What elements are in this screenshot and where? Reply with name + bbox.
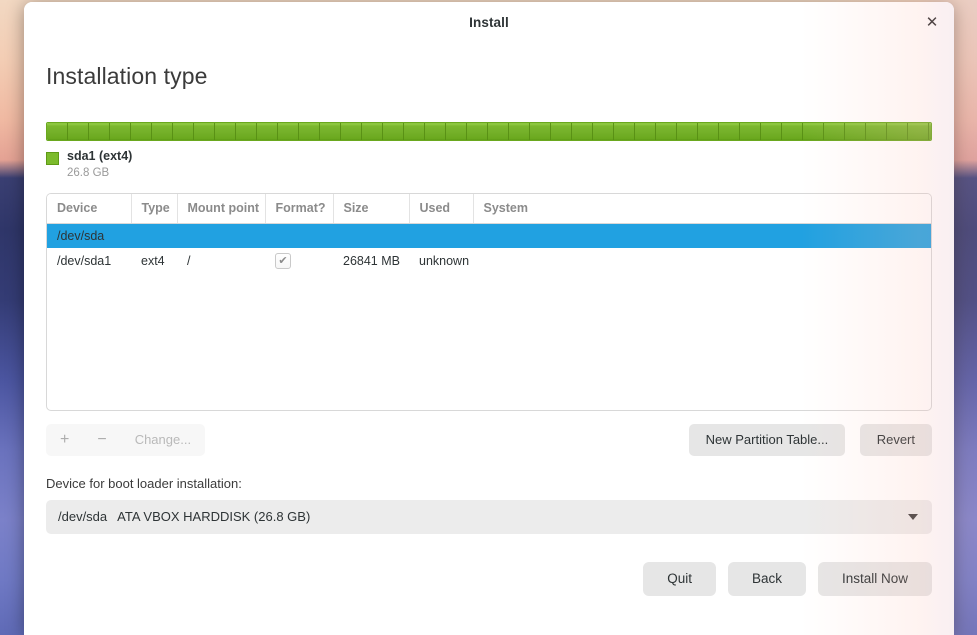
cell-partition-device: /dev/sda1 (57, 253, 112, 268)
bootloader-device-description: ATA VBOX HARDDISK (26.8 GB) (117, 509, 311, 525)
page-title: Installation type (46, 63, 208, 89)
format-checkbox[interactable]: ✔ (275, 253, 291, 270)
column-header-type[interactable]: Type (131, 193, 178, 224)
close-icon[interactable]: ✕ (918, 8, 946, 36)
dialog-footer: Quit Back Install Now (46, 561, 932, 596)
desktop-background: Install ✕ Installation type sda1 (ext4) … (0, 0, 977, 635)
partition-table-body: /dev/sda /dev/sda1 ext4 / ✔ 26841 MB unk… (47, 223, 931, 274)
add-partition-button[interactable]: + (46, 424, 83, 456)
disk-usage-bar (46, 122, 932, 141)
table-row-partition[interactable]: /dev/sda1 ext4 / ✔ 26841 MB unknown (47, 248, 931, 275)
partition-toolbar: + − Change... New Partition Table... Rev… (46, 423, 932, 456)
legend-partition-size: 26.8 GB (67, 166, 110, 179)
disk-usage-ticks (47, 123, 931, 140)
column-header-mount-point[interactable]: Mount point (177, 193, 266, 224)
chevron-down-icon (908, 513, 918, 520)
column-header-format[interactable]: Format? (265, 193, 334, 224)
cell-partition-format: ✔ (265, 248, 333, 275)
legend-swatch-icon (46, 152, 59, 165)
column-header-size[interactable]: Size (333, 193, 410, 224)
partition-table-header: Device Type Mount point Format? Size Use… (47, 193, 931, 224)
installer-window: Install ✕ Installation type sda1 (ext4) … (24, 2, 954, 635)
cell-disk-device: /dev/sda (47, 223, 931, 248)
disk-usage-bar-section: sda1 (ext4) 26.8 GB (46, 122, 932, 181)
revert-button[interactable]: Revert (859, 423, 932, 456)
disk-legend: sda1 (ext4) 26.8 GB (46, 149, 932, 181)
window-title: Install (469, 14, 509, 30)
column-header-device[interactable]: Device (47, 193, 132, 224)
disk-usage-segment-sda1[interactable] (47, 123, 931, 140)
cell-partition-used: unknown (419, 253, 470, 268)
table-header-row: Device Type Mount point Format? Size Use… (47, 193, 931, 224)
quit-button[interactable]: Quit (643, 561, 716, 596)
cell-partition-mount-point: / (187, 253, 191, 268)
window-content: Installation type sda1 (ext4) 26.8 GB De… (24, 63, 954, 596)
partition-table-actions: New Partition Table... Revert (679, 423, 932, 456)
partition-table-container: Device Type Mount point Format? Size Use… (46, 192, 932, 411)
remove-partition-button[interactable]: − (83, 424, 120, 456)
bootloader-device-select[interactable]: /dev/sda ATA VBOX HARDDISK (26.8 GB) (46, 499, 932, 534)
partition-table: Device Type Mount point Format? Size Use… (47, 193, 931, 275)
legend-partition-name: sda1 (ext4) (67, 149, 133, 163)
table-row-disk[interactable]: /dev/sda (47, 223, 931, 248)
cell-partition-size: 26841 MB (343, 253, 400, 268)
cell-partition-system (473, 248, 931, 275)
cell-partition-type: ext4 (141, 253, 165, 268)
window-titlebar: Install ✕ (24, 2, 954, 42)
bootloader-label: Device for boot loader installation: (46, 475, 242, 491)
column-header-system[interactable]: System (473, 193, 931, 224)
bootloader-device-path: /dev/sda (58, 509, 108, 525)
install-now-button[interactable]: Install Now (817, 561, 932, 596)
partition-edit-group: + − Change... (46, 423, 206, 456)
new-partition-table-button[interactable]: New Partition Table... (688, 423, 846, 456)
column-header-used[interactable]: Used (409, 193, 474, 224)
back-button[interactable]: Back (727, 561, 806, 596)
change-partition-button[interactable]: Change... (121, 424, 205, 456)
